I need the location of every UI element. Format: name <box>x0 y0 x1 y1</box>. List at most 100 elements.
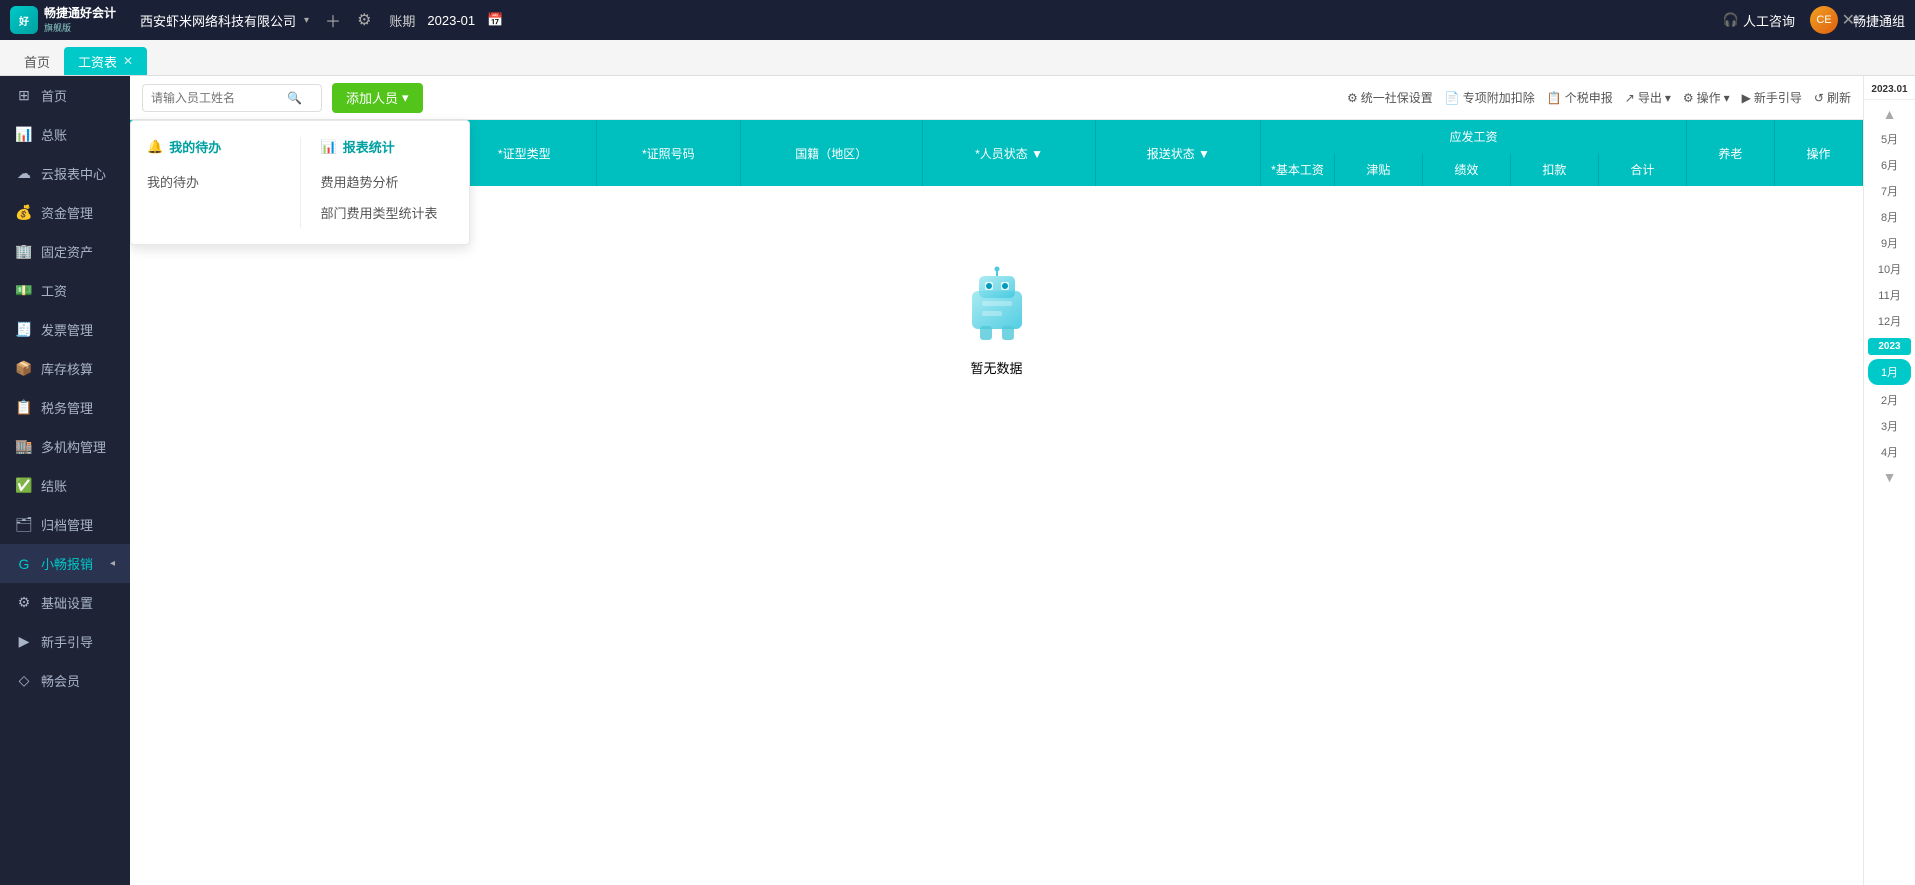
sidebar-item-inventory[interactable]: 📦 库存核算 <box>0 349 130 388</box>
sidebar-item-tax[interactable]: 📋 税务管理 <box>0 388 130 427</box>
popup-item-my-todo[interactable]: 我的待办 <box>147 166 280 197</box>
sidebar-item-expense[interactable]: G 小畅报销 ◂ <box>0 544 130 583</box>
timeline-month-3[interactable]: 3月 <box>1864 413 1915 439</box>
social-security-action[interactable]: ⚙ 统一社保设置 <box>1347 89 1433 106</box>
special-deduction-action[interactable]: 📄 专项附加扣除 <box>1445 89 1535 106</box>
sidebar-item-cloud-report[interactable]: ☁ 云报表中心 <box>0 154 130 193</box>
timeline-month-10[interactable]: 10月 <box>1864 256 1915 282</box>
col-nationality: 国籍（地区） <box>740 120 922 186</box>
main-layout: ⊞ 首页 📊 总账 ☁ 云报表中心 💰 资金管理 🏢 固定资产 💵 工资 🧾 发… <box>0 76 1915 885</box>
company-selector[interactable]: 西安虾米网络科技有限公司 ▾ ＋ ⚙ 账期 2023-01 📅 <box>140 8 503 32</box>
add-employee-button[interactable]: 添加人员 ▾ <box>332 83 423 113</box>
sidebar-collapse-icon[interactable]: ◂ <box>110 558 115 569</box>
popup-section-todo: 🔔 我的待办 我的待办 <box>147 137 280 228</box>
todo-icon: 🔔 <box>147 139 163 155</box>
invoice-icon: 🧾 <box>15 321 33 338</box>
col-report-status: 报送状态 ▼ <box>1096 120 1261 186</box>
popup-section-report: 📊 报表统计 费用趋势分析 部门费用类型统计表 <box>321 137 454 228</box>
sidebar-item-member[interactable]: ◇ 畅会员 <box>0 661 130 700</box>
col-deduction: 扣款 <box>1510 153 1598 186</box>
timeline-month-6[interactable]: 6月 <box>1864 152 1915 178</box>
header-right: 🎧 人工咨询 CE 畅捷通组 <box>1723 6 1905 34</box>
guide-icon: ▶ <box>15 633 33 650</box>
search-input[interactable] <box>151 91 281 105</box>
settings-icon[interactable]: ⚙ <box>357 10 371 30</box>
refresh-action[interactable]: ↺ 刷新 <box>1814 89 1851 106</box>
payroll-icon: 💵 <box>15 282 33 299</box>
col-total: 合计 <box>1598 153 1686 186</box>
col-base-salary: *基本工资 <box>1261 153 1335 186</box>
toolbar: 🔍 添加人员 ▾ ⚙ 统一社保设置 📄 专项附加扣除 📋 个税申报 <box>130 76 1863 120</box>
sidebar-item-payroll[interactable]: 💵 工资 <box>0 271 130 310</box>
timeline-month-4[interactable]: 4月 <box>1864 439 1915 465</box>
timeline-month-8[interactable]: 8月 <box>1864 204 1915 230</box>
timeline-month-5[interactable]: 5月 <box>1864 126 1915 152</box>
search-box[interactable]: 🔍 <box>142 84 322 112</box>
support-icon: 🎧 <box>1723 12 1739 28</box>
popup-item-cost-trend[interactable]: 费用趋势分析 <box>321 166 454 197</box>
tax-declare-action[interactable]: 📋 个税申报 <box>1547 89 1613 106</box>
tax-icon: 📋 <box>15 399 33 416</box>
timeline-scroll-down[interactable]: ▼ <box>1864 465 1915 489</box>
cloud-icon: ☁ <box>15 165 33 182</box>
user-name: 畅捷通组 <box>1853 11 1905 30</box>
close-tab-icon[interactable]: ✕ <box>123 54 133 68</box>
sidebar-item-home[interactable]: ⊞ 首页 <box>0 76 130 115</box>
member-icon: ◇ <box>15 672 33 689</box>
tab-payroll[interactable]: 工资表 ✕ <box>64 47 147 75</box>
col-id-type: *证型类型 <box>452 120 596 186</box>
timeline-month-12[interactable]: 12月 <box>1864 308 1915 334</box>
sidebar-item-invoice[interactable]: 🧾 发票管理 <box>0 310 130 349</box>
tab-home[interactable]: 首页 <box>10 47 64 75</box>
timeline-scroll-up[interactable]: ▲ <box>1864 102 1915 126</box>
support-link[interactable]: 🎧 人工咨询 <box>1723 11 1795 30</box>
timeline-month-7[interactable]: 7月 <box>1864 178 1915 204</box>
settings-sidebar-icon: ⚙ <box>15 594 33 611</box>
sidebar-item-multi-org[interactable]: 🏬 多机构管理 <box>0 427 130 466</box>
close-account-icon: ✅ <box>15 477 33 494</box>
logo-area: 好 畅捷通好会计 旗舰版 <box>10 6 130 34</box>
sidebar-item-close-account[interactable]: ✅ 结账 <box>0 466 130 505</box>
avatar[interactable]: CE <box>1810 6 1838 34</box>
multi-org-icon: 🏬 <box>15 438 33 455</box>
search-icon: 🔍 <box>287 91 302 105</box>
app-logo-text: 畅捷通好会计 旗舰版 <box>44 6 116 33</box>
col-status: *人员状态 ▼ <box>922 120 1096 186</box>
guide-action-icon: ▶ <box>1742 91 1751 105</box>
company-chevron-icon[interactable]: ▾ <box>304 15 309 26</box>
timeline-month-11[interactable]: 11月 <box>1864 282 1915 308</box>
content-area: 🔍 添加人员 ▾ ⚙ 统一社保设置 📄 专项附加扣除 📋 个税申报 <box>130 76 1863 885</box>
popup-item-dept-cost[interactable]: 部门费用类型统计表 <box>321 197 454 228</box>
timeline-month-9[interactable]: 9月 <box>1864 230 1915 256</box>
sidebar-item-assets[interactable]: 🏢 固定资产 <box>0 232 130 271</box>
add-chevron-icon: ▾ <box>402 90 409 106</box>
timeline-month-2[interactable]: 2月 <box>1864 387 1915 413</box>
popup-menu: 🔔 我的待办 我的待办 📊 报表统计 费用趋势分析 部门费用类型统计表 <box>130 120 470 245</box>
report-icon: 📊 <box>321 139 337 155</box>
export-action[interactable]: ↗ 导出 ▾ <box>1625 89 1671 106</box>
close-window-button[interactable]: ✕ <box>1842 10 1855 30</box>
col-operations: 操作 <box>1774 120 1862 186</box>
period-value: 2023-01 <box>427 13 475 28</box>
sidebar-item-archive[interactable]: 🗂 归档管理 <box>0 505 130 544</box>
sidebar-item-ledger[interactable]: 📊 总账 <box>0 115 130 154</box>
timeline-current-month[interactable]: 1月 <box>1868 359 1911 385</box>
guide-action[interactable]: ▶ 新手引导 <box>1742 89 1802 106</box>
timeline-header: 2023.01 <box>1864 80 1915 100</box>
right-timeline: 2023.01 ▲ 5月 6月 7月 8月 9月 10月 11月 12月 202… <box>1863 76 1915 885</box>
sidebar-item-guide[interactable]: ▶ 新手引导 <box>0 622 130 661</box>
ledger-icon: 📊 <box>15 126 33 143</box>
sidebar-item-settings[interactable]: ⚙ 基础设置 <box>0 583 130 622</box>
sidebar-item-fund[interactable]: 💰 资金管理 <box>0 193 130 232</box>
operations-action[interactable]: ⚙ 操作 ▾ <box>1683 89 1730 106</box>
fund-icon: 💰 <box>15 204 33 221</box>
col-performance: 绩效 <box>1422 153 1510 186</box>
calendar-icon[interactable]: 📅 <box>487 12 503 28</box>
archive-icon: 🗂 <box>15 516 33 533</box>
period-label: 账期 <box>389 11 415 30</box>
social-icon: ⚙ <box>1347 91 1358 105</box>
tabs-bar: 首页 工资表 ✕ ✕ <box>0 40 1915 76</box>
toolbar-actions: ⚙ 统一社保设置 📄 专项附加扣除 📋 个税申报 ↗ 导出 ▾ ⚙ <box>1347 89 1851 106</box>
top-header: 好 畅捷通好会计 旗舰版 西安虾米网络科技有限公司 ▾ ＋ ⚙ 账期 2023-… <box>0 0 1915 40</box>
add-company-icon[interactable]: ＋ <box>325 8 341 32</box>
